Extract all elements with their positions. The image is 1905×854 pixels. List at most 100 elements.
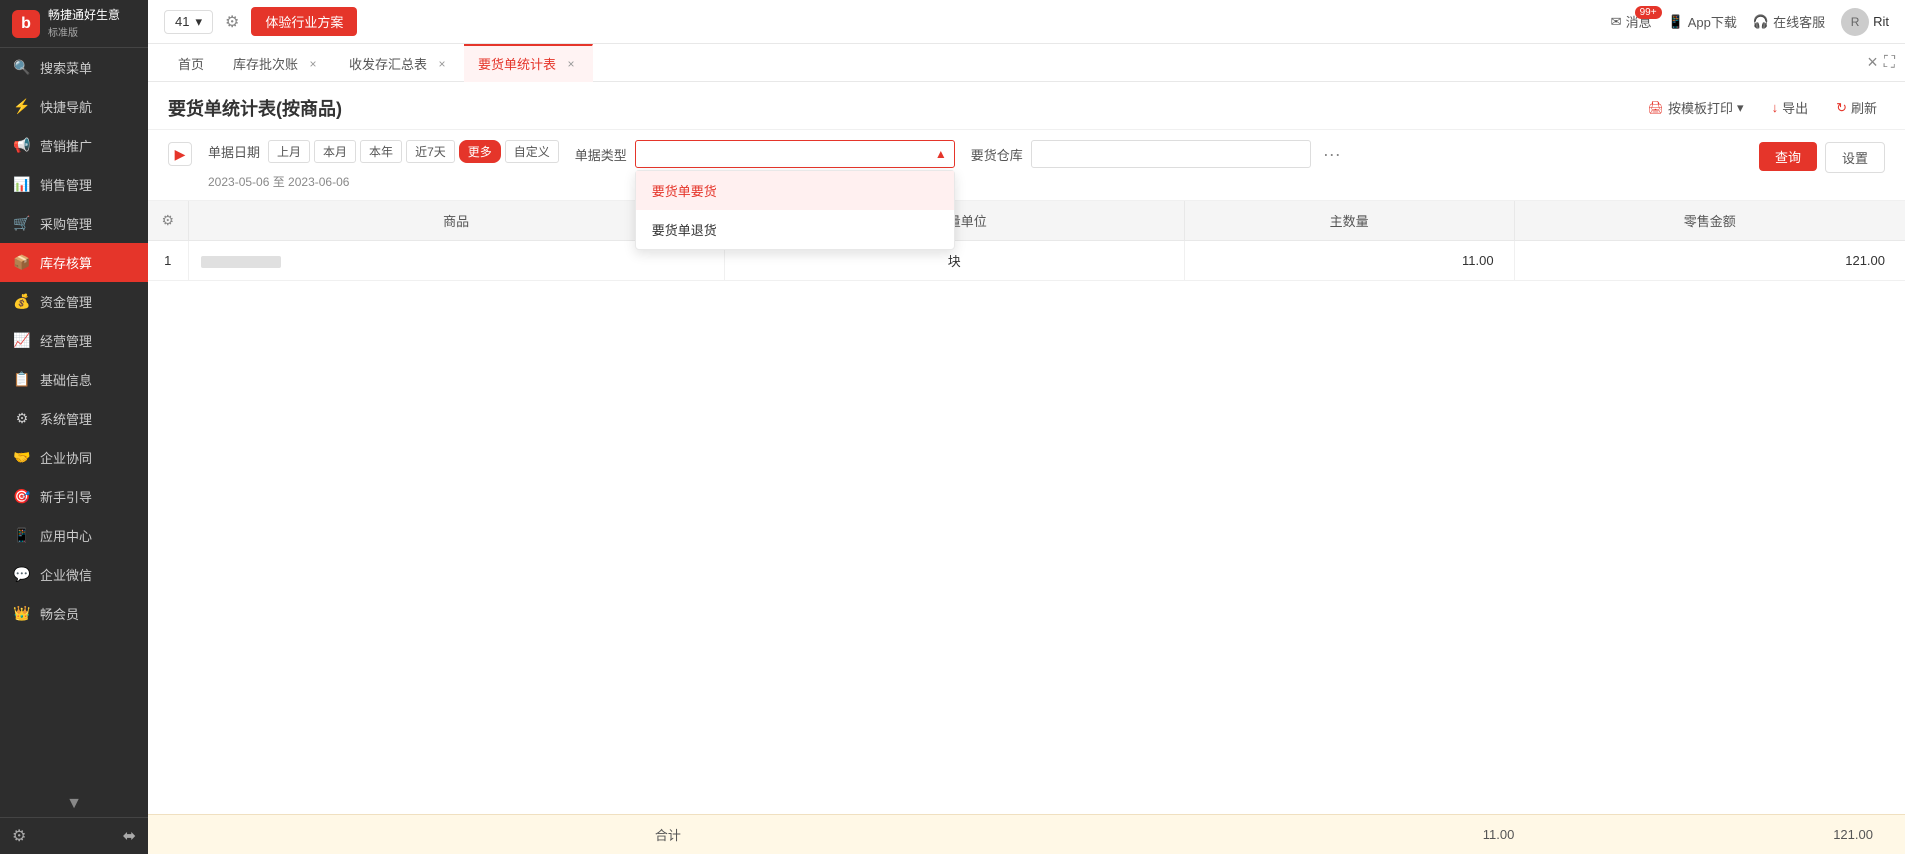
export-label: 导出	[1782, 98, 1808, 117]
tab-inventory-batch-close[interactable]: ×	[306, 57, 320, 71]
refresh-icon: ↻	[1836, 100, 1847, 116]
sidebar-item-search[interactable]: 🔍 搜索菜单	[0, 48, 148, 87]
search-icon: 🔍	[12, 59, 32, 76]
system-icon: ⚙	[12, 410, 32, 427]
guide-icon: 🎯	[12, 488, 32, 505]
sidebar-item-app-center[interactable]: 📱 应用中心	[0, 516, 148, 555]
enterprise-icon: 🤝	[12, 449, 32, 466]
th-setting[interactable]: ⚙	[148, 201, 188, 241]
type-select-arrow-icon[interactable]: ▲	[935, 147, 947, 161]
app-logo-icon: b	[12, 10, 40, 38]
settings-footer-icon[interactable]: ⚙	[12, 826, 26, 846]
settings-button[interactable]: 设置	[1825, 142, 1885, 173]
sidebar-nav: 🔍 搜索菜单 ⚡ 快捷导航 📢 营销推广 📊 销售管理 🛒 采购管理 📦 库存核…	[0, 48, 148, 791]
table-header-row: ⚙ 商品 主计量单位 主数量 零售金额	[148, 201, 1905, 241]
online-service-btn[interactable]: 🎧 在线客服	[1753, 12, 1825, 31]
custom-date-btn[interactable]: 自定义	[505, 140, 559, 163]
online-service-label: 在线客服	[1773, 12, 1825, 31]
app-download-icon: 📱	[1668, 14, 1684, 30]
user-info[interactable]: R Rit	[1841, 8, 1889, 36]
last-month-btn[interactable]: 上月	[268, 140, 310, 163]
date-filter-group: 单据日期 上月 本月 本年 近7天 更多 自定义 2023-05-06 至 20…	[208, 140, 559, 190]
table-settings-icon[interactable]: ⚙	[161, 212, 174, 228]
warehouse-filter-label: 要货仓库	[971, 145, 1023, 164]
company-dropdown-icon: ▾	[195, 14, 202, 30]
type-dropdown-menu: 要货单要货 要货单退货	[635, 170, 955, 250]
this-month-btn[interactable]: 本月	[314, 140, 356, 163]
warehouse-input[interactable]	[1031, 140, 1311, 168]
sidebar-item-guide[interactable]: 🎯 新手引导	[0, 477, 148, 516]
print-template-label: 按模板打印	[1668, 98, 1733, 117]
sidebar-item-purchase[interactable]: 🛒 采购管理	[0, 204, 148, 243]
wechat-icon: 💬	[12, 566, 32, 583]
query-button[interactable]: 查询	[1759, 142, 1817, 171]
sidebar-item-system[interactable]: ⚙ 系统管理	[0, 399, 148, 438]
tab-home[interactable]: 首页	[164, 44, 219, 82]
date-btns: 上月 本月 本年 近7天 更多 自定义	[268, 140, 559, 163]
print-icon: 🖨	[1648, 100, 1665, 116]
purchase-icon: 🛒	[12, 215, 32, 232]
tab-receive-summary-label: 收发存汇总表	[349, 54, 427, 73]
type-filter-group: 单据类型 ▲ 要货单要货 要货单退货	[575, 140, 955, 168]
td-amount: 121.00	[1514, 241, 1905, 281]
footer-label-cell: 合计	[499, 825, 838, 844]
sidebar-item-sales[interactable]: 📊 销售管理	[0, 165, 148, 204]
tab-receive-summary[interactable]: 收发存汇总表 ×	[335, 44, 464, 82]
sidebar-item-basics[interactable]: 📋 基础信息	[0, 360, 148, 399]
company-num-label: 41	[175, 14, 189, 29]
tab-order-summary[interactable]: 要货单统计表 ×	[464, 44, 593, 82]
td-qty: 11.00	[1184, 241, 1514, 281]
print-template-btn[interactable]: 🖨 按模板打印 ▾	[1640, 94, 1752, 121]
refresh-label: 刷新	[1851, 98, 1877, 117]
quick-nav-icon: ⚡	[12, 98, 32, 115]
refresh-btn[interactable]: ↻ 刷新	[1828, 94, 1885, 121]
more-dates-btn[interactable]: 更多	[459, 140, 501, 163]
sidebar-item-enterprise[interactable]: 🤝 企业协同	[0, 438, 148, 477]
more-options-icon[interactable]: ···	[1319, 144, 1345, 165]
export-btn[interactable]: ↓ 导出	[1764, 94, 1817, 121]
topbar-left: 41 ▾ ⚙ 体验行业方案	[164, 7, 357, 36]
td-row-no: 1	[148, 241, 188, 281]
tabs-expand-btn[interactable]: × ⛶	[1857, 44, 1905, 82]
table-row: 1 块 11.00 121.00	[148, 241, 1905, 281]
topbar-gear-icon[interactable]: ⚙	[225, 12, 239, 32]
sidebar-scroll-down[interactable]: ▼	[0, 791, 148, 817]
topbar: 41 ▾ ⚙ 体验行业方案 ✉ 消息 99+ 📱 App下载 🎧 在线客服 R	[148, 0, 1905, 44]
topbar-right: ✉ 消息 99+ 📱 App下载 🎧 在线客服 R Rit	[1611, 8, 1889, 36]
app-center-icon: 📱	[12, 527, 32, 544]
sidebar-item-inventory[interactable]: 📦 库存核算	[0, 243, 148, 282]
tab-order-summary-close[interactable]: ×	[564, 57, 578, 71]
messages-icon: ✉	[1611, 14, 1622, 30]
app-logo-text: 畅捷通好生意 标准版	[48, 8, 120, 39]
last-7-days-btn[interactable]: 近7天	[406, 140, 455, 163]
tab-inventory-batch[interactable]: 库存批次账 ×	[219, 44, 335, 82]
tab-receive-summary-close[interactable]: ×	[435, 57, 449, 71]
table-container: ⚙ 商品 主计量单位 主数量 零售金额	[148, 201, 1905, 814]
company-switcher[interactable]: 41 ▾	[164, 10, 213, 34]
sidebar-item-quick-nav[interactable]: ⚡ 快捷导航	[0, 87, 148, 126]
dropdown-item-order-return[interactable]: 要货单退货	[636, 210, 954, 249]
type-select-input[interactable]	[635, 140, 955, 168]
user-avatar: R	[1841, 8, 1869, 36]
inventory-icon: 📦	[12, 254, 32, 271]
app-download-btn[interactable]: 📱 App下载	[1668, 12, 1737, 31]
filter-expand-btn[interactable]: ▶	[168, 142, 192, 166]
warehouse-filter-group: 要货仓库 ···	[971, 140, 1345, 168]
trial-button[interactable]: 体验行业方案	[251, 7, 357, 36]
this-year-btn[interactable]: 本年	[360, 140, 402, 163]
sidebar-item-member[interactable]: 👑 畅会员	[0, 594, 148, 633]
username-label: Rit	[1873, 14, 1889, 29]
dropdown-item-order-goods[interactable]: 要货单要货	[636, 171, 954, 210]
sidebar-item-marketing[interactable]: 📢 营销推广	[0, 126, 148, 165]
sidebar-item-operations[interactable]: 📈 经营管理	[0, 321, 148, 360]
product-placeholder	[201, 256, 281, 268]
tabs-bar: 首页 库存批次账 × 收发存汇总表 × 要货单统计表 × × ⛶	[148, 44, 1905, 82]
sidebar-item-wechat[interactable]: 💬 企业微信	[0, 555, 148, 594]
th-amount: 零售金额	[1514, 201, 1905, 241]
messages-btn[interactable]: ✉ 消息 99+	[1611, 12, 1652, 31]
collapse-icon[interactable]: ⬌	[123, 826, 136, 846]
tab-order-summary-label: 要货单统计表	[478, 54, 556, 73]
sidebar-item-finance[interactable]: 💰 资金管理	[0, 282, 148, 321]
filter-bar: ▶ 单据日期 上月 本月 本年 近7天 更多 自定义	[148, 130, 1905, 201]
type-select-wrapper: ▲ 要货单要货 要货单退货	[635, 140, 955, 168]
